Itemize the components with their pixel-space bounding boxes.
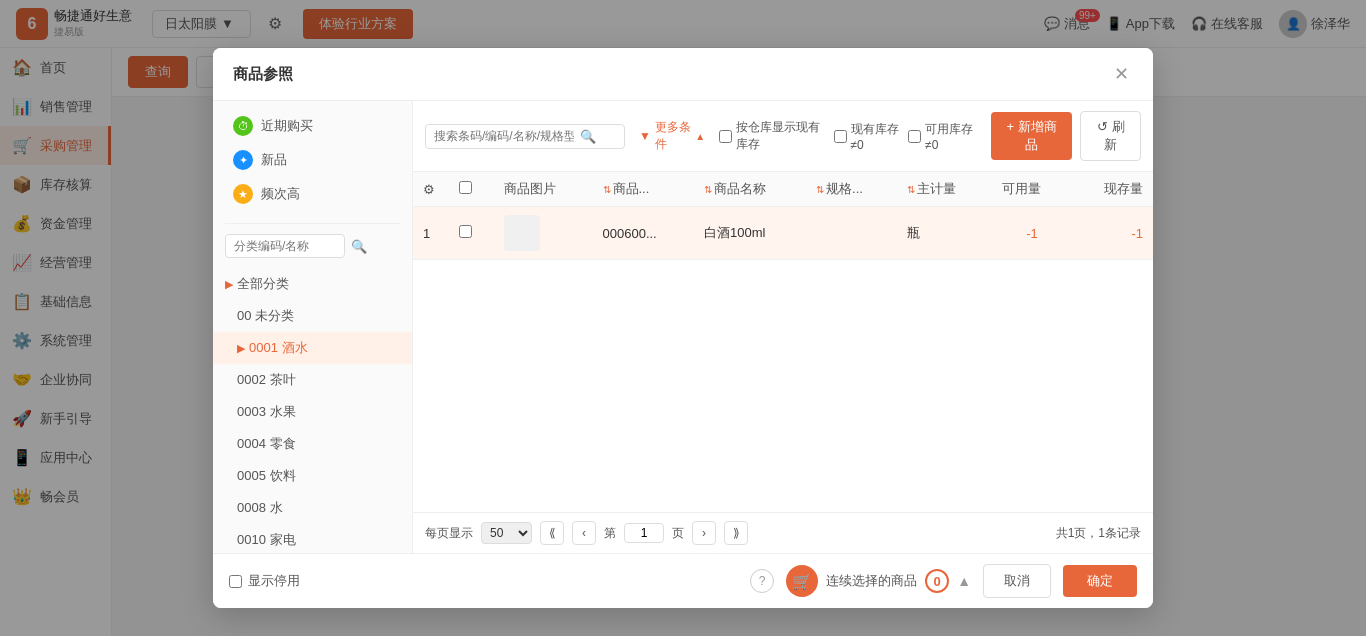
quick-filters: ⏱ 近期购买 ✦ 新品 ★ 频次高 — [213, 101, 412, 219]
by-warehouse-checkbox[interactable] — [719, 130, 732, 143]
select-all-checkbox[interactable] — [459, 181, 472, 194]
cat-0002[interactable]: 0002 茶叶 — [213, 364, 412, 396]
cat-uncategorized[interactable]: 00 未分类 — [213, 300, 412, 332]
settings-col-icon: ⚙ — [423, 182, 435, 197]
th-settings[interactable]: ⚙ — [413, 172, 449, 207]
td-unit: 瓶 — [897, 207, 991, 260]
td-num: 1 — [413, 207, 449, 260]
next-page-button[interactable]: › — [692, 521, 716, 545]
show-disabled-checkbox-label[interactable]: 显示停用 — [229, 572, 300, 590]
row-checkbox[interactable] — [459, 225, 472, 238]
page-number-input[interactable] — [624, 523, 664, 543]
td-spec — [806, 207, 897, 260]
modal-overlay: 商品参照 ✕ ⏱ 近期购买 ✦ 新品 ★ 频次高 — [0, 0, 1366, 636]
td-image — [494, 207, 592, 260]
divider — [225, 223, 400, 224]
quick-filter-freq[interactable]: ★ 频次高 — [225, 177, 400, 211]
product-search-input[interactable] — [434, 129, 574, 143]
td-checkbox[interactable] — [449, 207, 494, 260]
modal-body: ⏱ 近期购买 ✦ 新品 ★ 频次高 🔍 — [213, 101, 1153, 553]
product-table: ⚙ 商品图片 — [413, 172, 1153, 260]
chevron-up-icon: ▲ — [695, 131, 705, 142]
sort-icon: ⇅ — [704, 184, 712, 195]
sort-icon: ⇅ — [816, 184, 824, 195]
th-stock: 现存量 — [1072, 172, 1153, 207]
th-code[interactable]: ⇅ 商品... — [593, 172, 694, 207]
modal-left-panel: ⏱ 近期购买 ✦ 新品 ★ 频次高 🔍 — [213, 101, 413, 553]
td-available: -1 — [992, 207, 1073, 260]
quick-filter-new[interactable]: ✦ 新品 — [225, 143, 400, 177]
product-reference-modal: 商品参照 ✕ ⏱ 近期购买 ✦ 新品 ★ 频次高 — [213, 48, 1153, 608]
cat-arrow-all: ▶ — [225, 278, 233, 291]
cat-0010[interactable]: 0010 家电 — [213, 524, 412, 553]
cat-0004[interactable]: 0004 零食 — [213, 428, 412, 460]
th-available: 可用量 — [992, 172, 1073, 207]
modal-search-toolbar: 🔍 ▼ 更多条件 ▲ 按仓库显示现有库存 现有库存≠0 — [413, 101, 1153, 172]
show-disabled-checkbox[interactable] — [229, 575, 242, 588]
help-icon[interactable]: ? — [750, 569, 774, 593]
last-page-button[interactable]: ⟫ — [724, 521, 748, 545]
category-search: 🔍 — [213, 228, 412, 264]
checkbox-available-not-zero[interactable]: 可用库存≠0 — [908, 121, 975, 152]
modal-footer: 显示停用 ? 🛒 连续选择的商品 0 ▲ 取消 确定 — [213, 553, 1153, 608]
product-search-box[interactable]: 🔍 — [425, 124, 625, 149]
new-product-icon: ✦ — [233, 150, 253, 170]
cat-0003[interactable]: 0003 水果 — [213, 396, 412, 428]
search-icon[interactable]: 🔍 — [351, 239, 367, 254]
pagination: 每页显示 50 100 200 ⟪ ‹ 第 页 › ⟫ 共1页，1条记录 — [413, 512, 1153, 553]
modal-right-panel: 🔍 ▼ 更多条件 ▲ 按仓库显示现有库存 现有库存≠0 — [413, 101, 1153, 553]
sort-icon: ⇅ — [907, 184, 915, 195]
td-code: 000600... — [593, 207, 694, 260]
cat-0008[interactable]: 0008 水 — [213, 492, 412, 524]
th-checkbox[interactable] — [449, 172, 494, 207]
modal-header: 商品参照 ✕ — [213, 48, 1153, 101]
cat-arrow-0001: ▶ — [237, 342, 245, 355]
modal-close-button[interactable]: ✕ — [1109, 62, 1133, 86]
th-name[interactable]: ⇅ 商品名称 — [694, 172, 806, 207]
cat-all[interactable]: ▶ 全部分类 — [213, 268, 412, 300]
th-spec[interactable]: ⇅ 规格... — [806, 172, 897, 207]
th-image: 商品图片 — [494, 172, 592, 207]
cat-0001[interactable]: ▶ 0001 酒水 — [213, 332, 412, 364]
cat-0005[interactable]: 0005 饮料 — [213, 460, 412, 492]
td-stock: -1 — [1072, 207, 1153, 260]
refresh-button[interactable]: ↺ 刷新 — [1080, 111, 1141, 161]
add-product-button[interactable]: + 新增商品 — [991, 112, 1073, 160]
cancel-button[interactable]: 取消 — [983, 564, 1051, 598]
th-unit[interactable]: ⇅ 主计量 — [897, 172, 991, 207]
search-icon[interactable]: 🔍 — [580, 129, 596, 144]
first-page-button[interactable]: ⟪ — [540, 521, 564, 545]
confirm-button[interactable]: 确定 — [1063, 565, 1137, 597]
total-records: 共1页，1条记录 — [1056, 525, 1141, 542]
available-not-zero-checkbox[interactable] — [908, 130, 921, 143]
checkbox-by-warehouse[interactable]: 按仓库显示现有库存 — [719, 119, 825, 153]
recent-icon: ⏱ — [233, 116, 253, 136]
modal-title: 商品参照 — [233, 65, 293, 84]
product-table-container: ⚙ 商品图片 — [413, 172, 1153, 512]
stock-not-zero-checkbox[interactable] — [834, 130, 847, 143]
td-name: 白酒100ml — [694, 207, 806, 260]
freq-icon: ★ — [233, 184, 253, 204]
sort-icon: ⇅ — [603, 184, 611, 195]
cart-area: 🛒 连续选择的商品 0 ▲ — [786, 565, 971, 597]
chevron-up-icon[interactable]: ▲ — [957, 573, 971, 589]
quick-filter-recent[interactable]: ⏱ 近期购买 — [225, 109, 400, 143]
table-row[interactable]: 1 000600... — [413, 207, 1153, 260]
more-filter-button[interactable]: ▼ 更多条件 ▲ — [633, 115, 711, 157]
category-search-input[interactable] — [225, 234, 345, 258]
cart-count: 0 — [925, 569, 949, 593]
per-page-select[interactable]: 50 100 200 — [481, 522, 532, 544]
category-tree: ▶ 全部分类 00 未分类 ▶ 0001 酒水 0002 茶叶 0003 水果 — [213, 264, 412, 553]
filter-icon: ▼ — [639, 129, 651, 143]
prev-page-button[interactable]: ‹ — [572, 521, 596, 545]
cart-icon: 🛒 — [786, 565, 818, 597]
checkbox-stock-not-zero[interactable]: 现有库存≠0 — [834, 121, 901, 152]
product-thumbnail — [504, 215, 540, 251]
